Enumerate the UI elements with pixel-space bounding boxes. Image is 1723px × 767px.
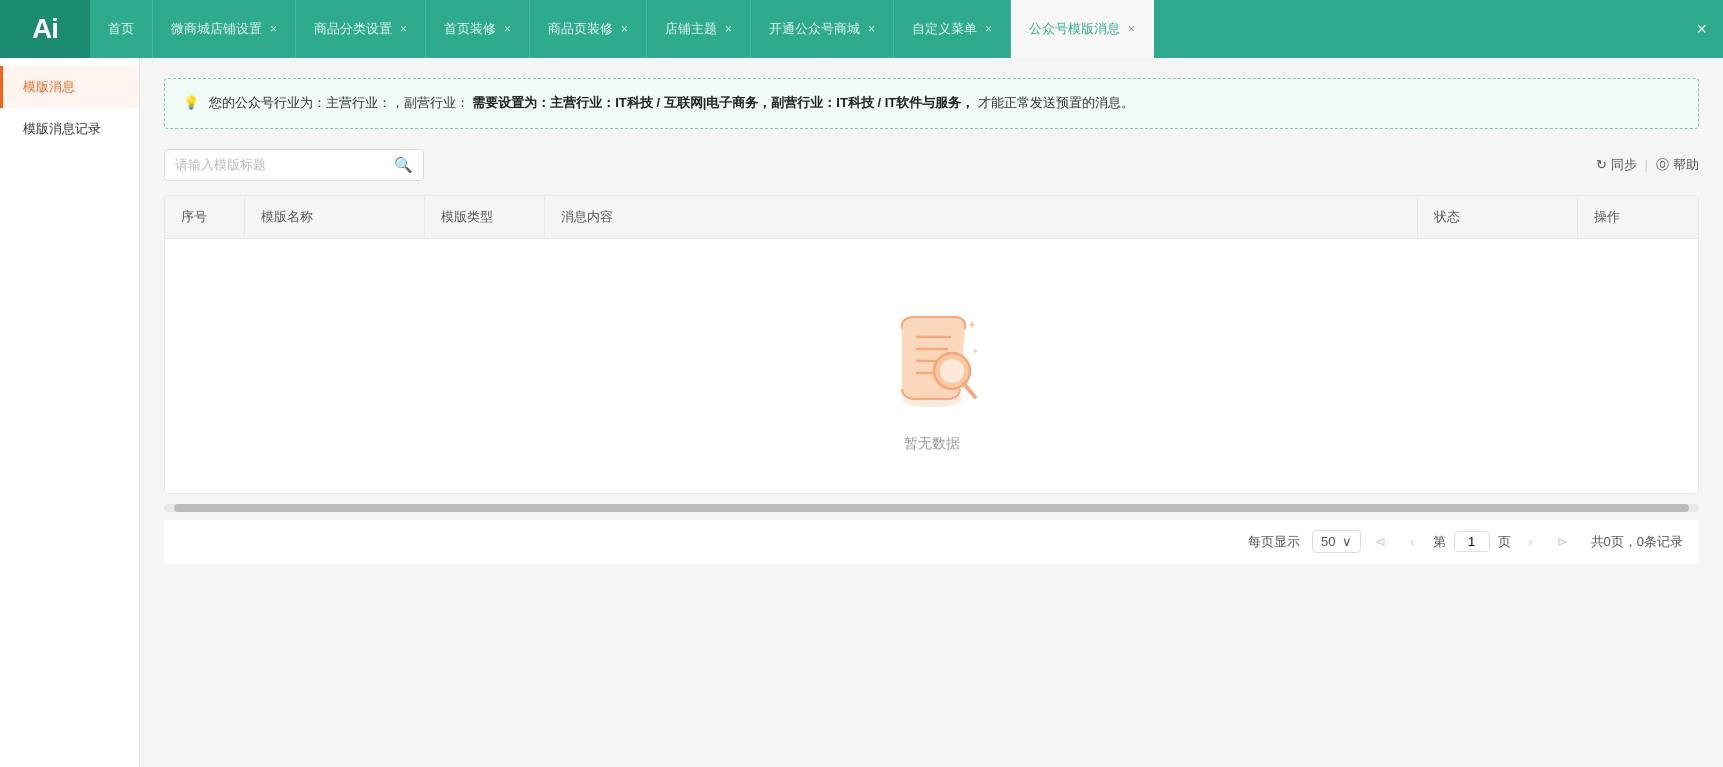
scrollbar-thumb[interactable] bbox=[174, 504, 1689, 512]
svg-text:✦: ✦ bbox=[972, 347, 979, 356]
sidebar-item-template-msg[interactable]: 模版消息 bbox=[0, 66, 139, 108]
tab-home[interactable]: 首页 bbox=[90, 0, 153, 58]
close-all-tabs-button[interactable]: × bbox=[1696, 19, 1707, 40]
tab-product-cat[interactable]: 商品分类设置 × bbox=[296, 0, 426, 58]
sidebar: 模版消息 模版消息记录 bbox=[0, 58, 140, 767]
search-input-wrap[interactable]: 🔍 bbox=[164, 149, 424, 181]
last-page-button[interactable]: ⊳ bbox=[1551, 530, 1575, 554]
page-prefix: 第 bbox=[1433, 533, 1446, 551]
tab-bar: Ai 首页 微商城店铺设置 × 商品分类设置 × 首页装修 × 商品页装修 × … bbox=[0, 0, 1723, 58]
main-content: 💡 您的公众号行业为：主营行业：，副营行业： 需要设置为：主营行业：IT科技 /… bbox=[140, 58, 1723, 767]
page-label: 页 bbox=[1498, 533, 1511, 551]
help-icon: ⓪ bbox=[1656, 156, 1669, 174]
empty-text: 暂无数据 bbox=[904, 435, 960, 453]
sidebar-item-template-msg-log-label: 模版消息记录 bbox=[23, 121, 101, 136]
per-page-chevron-icon: ∨ bbox=[1342, 534, 1352, 549]
notice-icon: 💡 bbox=[183, 95, 199, 110]
svg-point-6 bbox=[940, 359, 964, 383]
col-content: 消息内容 bbox=[545, 196, 1418, 238]
pagination: 每页显示 50 ∨ ⊲ ‹ 第 页 › ⊳ 共0页，0条记录 bbox=[164, 520, 1699, 564]
search-icon[interactable]: 🔍 bbox=[394, 156, 413, 174]
next-page-button[interactable]: › bbox=[1519, 530, 1543, 554]
sidebar-item-template-msg-label: 模版消息 bbox=[23, 79, 75, 94]
toolbar-divider: | bbox=[1645, 157, 1648, 172]
tab-micro-shop-close[interactable]: × bbox=[270, 23, 277, 35]
tab-open-mall-label: 开通公众号商城 bbox=[769, 20, 860, 38]
tab-custom-menu-label: 自定义菜单 bbox=[912, 20, 977, 38]
sync-button[interactable]: ↻ 同步 bbox=[1596, 156, 1637, 174]
tab-product-cat-label: 商品分类设置 bbox=[314, 20, 392, 38]
prev-page-button[interactable]: ‹ bbox=[1401, 530, 1425, 554]
tab-template-msg[interactable]: 公众号模版消息 × bbox=[1011, 0, 1154, 58]
col-seq: 序号 bbox=[165, 196, 245, 238]
col-action: 操作 bbox=[1578, 196, 1698, 238]
table-container: 序号 模版名称 模版类型 消息内容 状态 操作 bbox=[164, 195, 1699, 494]
page-total: 共0页，0条记录 bbox=[1591, 533, 1683, 551]
sync-label: 同步 bbox=[1611, 156, 1637, 174]
col-type: 模版类型 bbox=[425, 196, 545, 238]
help-button[interactable]: ⓪ 帮助 bbox=[1656, 156, 1699, 174]
notice-text-before: 您的公众号行业为：主营行业：，副营行业： bbox=[209, 95, 469, 110]
tab-open-mall[interactable]: 开通公众号商城 × bbox=[751, 0, 894, 58]
tab-custom-menu-close[interactable]: × bbox=[985, 23, 992, 35]
tab-home-label: 首页 bbox=[108, 20, 134, 38]
col-name: 模版名称 bbox=[245, 196, 425, 238]
table-header: 序号 模版名称 模版类型 消息内容 状态 操作 bbox=[165, 196, 1698, 239]
first-page-button[interactable]: ⊲ bbox=[1369, 530, 1393, 554]
tab-home-decor-label: 首页装修 bbox=[444, 20, 496, 38]
tab-product-decor-close[interactable]: × bbox=[621, 23, 628, 35]
toolbar-right: ↻ 同步 | ⓪ 帮助 bbox=[1596, 156, 1699, 174]
tab-product-cat-close[interactable]: × bbox=[400, 23, 407, 35]
app-logo: Ai bbox=[0, 0, 90, 58]
tab-template-msg-label: 公众号模版消息 bbox=[1029, 20, 1120, 38]
tab-template-msg-close[interactable]: × bbox=[1128, 23, 1135, 35]
scrollbar-area[interactable] bbox=[164, 504, 1699, 512]
empty-state-icon: ✦ ✦ bbox=[872, 299, 992, 419]
notice-highlight: 需要设置为：主营行业：IT科技 / 互联网|电子商务，副营行业：IT科技 / I… bbox=[472, 95, 974, 110]
tab-shop-theme[interactable]: 店铺主题 × bbox=[647, 0, 751, 58]
tab-custom-menu[interactable]: 自定义菜单 × bbox=[894, 0, 1011, 58]
page-input[interactable] bbox=[1454, 531, 1490, 552]
col-status: 状态 bbox=[1418, 196, 1578, 238]
tab-shop-theme-label: 店铺主题 bbox=[665, 20, 717, 38]
tab-open-mall-close[interactable]: × bbox=[868, 23, 875, 35]
notice-text-after: 才能正常发送预置的消息。 bbox=[978, 95, 1134, 110]
empty-state: ✦ ✦ 暂无数据 bbox=[165, 239, 1698, 493]
page-layout: 模版消息 模版消息记录 💡 您的公众号行业为：主营行业：，副营行业： 需要设置为… bbox=[0, 58, 1723, 767]
svg-text:✦: ✦ bbox=[967, 318, 977, 332]
search-input[interactable] bbox=[175, 157, 388, 172]
help-label: 帮助 bbox=[1673, 156, 1699, 174]
per-page-value: 50 bbox=[1321, 534, 1335, 549]
sidebar-item-template-msg-log[interactable]: 模版消息记录 bbox=[0, 108, 139, 150]
per-page-select[interactable]: 50 ∨ bbox=[1312, 530, 1360, 553]
tab-home-decor-close[interactable]: × bbox=[504, 23, 511, 35]
tab-product-decor[interactable]: 商品页装修 × bbox=[530, 0, 647, 58]
sync-icon: ↻ bbox=[1596, 157, 1607, 172]
tab-home-decor[interactable]: 首页装修 × bbox=[426, 0, 530, 58]
search-bar: 🔍 ↻ 同步 | ⓪ 帮助 bbox=[164, 149, 1699, 181]
per-page-label: 每页显示 bbox=[1248, 533, 1300, 551]
tab-shop-theme-close[interactable]: × bbox=[725, 23, 732, 35]
svg-line-7 bbox=[964, 384, 975, 397]
notice-box: 💡 您的公众号行业为：主营行业：，副营行业： 需要设置为：主营行业：IT科技 /… bbox=[164, 78, 1699, 129]
tab-product-decor-label: 商品页装修 bbox=[548, 20, 613, 38]
tab-micro-shop-label: 微商城店铺设置 bbox=[171, 20, 262, 38]
tab-micro-shop[interactable]: 微商城店铺设置 × bbox=[153, 0, 296, 58]
